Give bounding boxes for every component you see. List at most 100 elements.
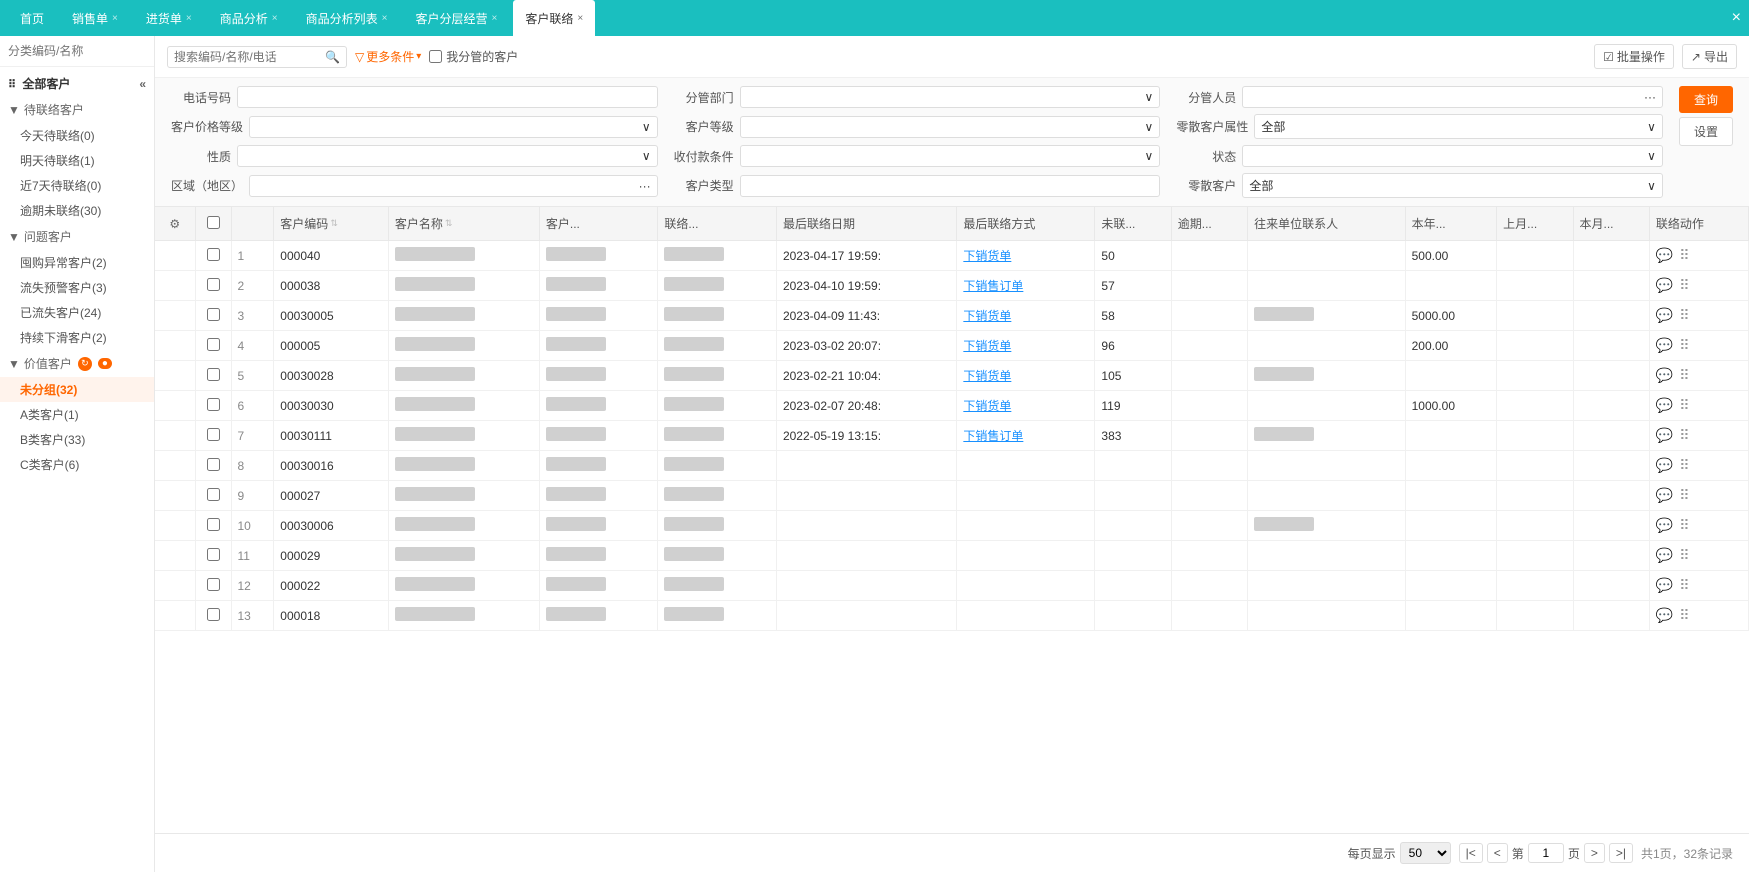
- grid-icon[interactable]: ⠿: [1679, 247, 1689, 264]
- filter-status-select[interactable]: ∨: [1242, 145, 1663, 167]
- col-contact-header[interactable]: 联络...: [658, 207, 777, 241]
- row-last-method[interactable]: [957, 571, 1095, 601]
- row-checkbox[interactable]: [195, 451, 231, 481]
- sidebar-search-input[interactable]: [8, 44, 155, 58]
- message-icon[interactable]: 💬: [1656, 307, 1673, 324]
- filter-scattered-attr-select[interactable]: 全部 ∨: [1254, 114, 1663, 139]
- row-last-method[interactable]: 下销货单: [957, 361, 1095, 391]
- row-checkbox[interactable]: [195, 511, 231, 541]
- message-icon[interactable]: 💬: [1656, 457, 1673, 474]
- select-all-checkbox[interactable]: [207, 216, 220, 229]
- row-checkbox[interactable]: [195, 601, 231, 631]
- row-check-input[interactable]: [207, 518, 220, 531]
- first-page-btn[interactable]: |<: [1459, 843, 1483, 863]
- row-checkbox[interactable]: [195, 481, 231, 511]
- grid-icon[interactable]: ⠿: [1679, 397, 1689, 414]
- sidebar-collapse-icon[interactable]: «: [139, 77, 146, 91]
- window-close[interactable]: ×: [1732, 9, 1741, 27]
- sidebar-item-class-b[interactable]: B类客户(33): [0, 427, 154, 452]
- grid-icon[interactable]: ⠿: [1679, 517, 1689, 534]
- grid-icon[interactable]: ⠿: [1679, 547, 1689, 564]
- sidebar-item-abnormal[interactable]: 囤购异常客户(2): [0, 250, 154, 275]
- grid-icon[interactable]: ⠿: [1679, 427, 1689, 444]
- filter-person-input[interactable]: ···: [1242, 86, 1663, 108]
- col-customer-name-header[interactable]: 客户名称 ⇅: [388, 207, 539, 241]
- sidebar-item-week-pending[interactable]: 近7天待联络(0): [0, 173, 154, 198]
- close-product-list-tab[interactable]: ×: [382, 13, 388, 24]
- row-last-method[interactable]: [957, 601, 1095, 631]
- search-icon[interactable]: 🔍: [325, 50, 340, 64]
- message-icon[interactable]: 💬: [1656, 577, 1673, 594]
- sidebar-item-today-pending[interactable]: 今天待联络(0): [0, 123, 154, 148]
- row-last-method[interactable]: 下销货单: [957, 331, 1095, 361]
- per-page-select[interactable]: 50 100 200: [1400, 842, 1451, 864]
- col-this-year-header[interactable]: 本年...: [1405, 207, 1497, 241]
- message-icon[interactable]: 💬: [1656, 487, 1673, 504]
- filter-region-input[interactable]: ···: [249, 175, 658, 197]
- col-last-month-header[interactable]: 上月...: [1497, 207, 1573, 241]
- filter-payment-select[interactable]: ∨: [740, 145, 1161, 167]
- row-last-method[interactable]: [957, 511, 1095, 541]
- message-icon[interactable]: 💬: [1656, 397, 1673, 414]
- sidebar-item-churned[interactable]: 已流失客户(24): [0, 300, 154, 325]
- row-check-input[interactable]: [207, 488, 220, 501]
- sidebar-item-class-a[interactable]: A类客户(1): [0, 402, 154, 427]
- grid-icon[interactable]: ⠿: [1679, 607, 1689, 624]
- last-page-btn[interactable]: >|: [1609, 843, 1633, 863]
- search-input[interactable]: [174, 50, 321, 64]
- row-checkbox[interactable]: [195, 271, 231, 301]
- row-last-method[interactable]: 下销售订单: [957, 421, 1095, 451]
- row-check-input[interactable]: [207, 308, 220, 321]
- row-checkbox[interactable]: [195, 571, 231, 601]
- filter-customer-type-input[interactable]: [740, 175, 1161, 197]
- sidebar-item-declining[interactable]: 持续下滑客户(2): [0, 325, 154, 350]
- refresh-badge[interactable]: ↻: [78, 357, 92, 371]
- tab-customer-tier[interactable]: 客户分层经营 ×: [403, 0, 509, 36]
- row-checkbox[interactable]: [195, 241, 231, 271]
- my-customers-checkbox-input[interactable]: [429, 50, 442, 63]
- row-checkbox[interactable]: [195, 301, 231, 331]
- close-customer-tier-tab[interactable]: ×: [491, 13, 497, 24]
- batch-ops-btn[interactable]: ☑ 批量操作: [1594, 44, 1674, 69]
- row-checkbox[interactable]: [195, 421, 231, 451]
- tab-home[interactable]: 首页: [8, 0, 56, 36]
- sidebar-all-customers[interactable]: ⠿ 全部客户 «: [0, 67, 154, 96]
- message-icon[interactable]: 💬: [1656, 607, 1673, 624]
- close-purchase-tab[interactable]: ×: [186, 13, 192, 24]
- row-last-method[interactable]: 下销货单: [957, 241, 1095, 271]
- page-number-input[interactable]: [1528, 843, 1564, 863]
- close-customer-contact-tab[interactable]: ×: [577, 13, 583, 24]
- row-last-method[interactable]: 下销售订单: [957, 271, 1095, 301]
- sidebar-item-tomorrow-pending[interactable]: 明天待联络(1): [0, 148, 154, 173]
- filter-phone-input[interactable]: [237, 86, 658, 108]
- sidebar-item-ungrouped[interactable]: 未分组(32): [0, 377, 154, 402]
- row-checkbox[interactable]: [195, 361, 231, 391]
- sidebar-group-value[interactable]: ▼ 价值客户 ↻ ●: [0, 350, 154, 377]
- col-overdue-header[interactable]: 逾期...: [1171, 207, 1247, 241]
- row-check-input[interactable]: [207, 338, 220, 351]
- row-check-input[interactable]: [207, 578, 220, 591]
- message-icon[interactable]: 💬: [1656, 427, 1673, 444]
- row-check-input[interactable]: [207, 398, 220, 411]
- grid-icon[interactable]: ⠿: [1679, 337, 1689, 354]
- reset-button[interactable]: 设置: [1679, 117, 1733, 146]
- filter-customer-grade-select[interactable]: ∨: [740, 116, 1161, 138]
- next-page-btn[interactable]: >: [1584, 843, 1605, 863]
- row-check-input[interactable]: [207, 248, 220, 261]
- row-last-method[interactable]: [957, 481, 1095, 511]
- row-checkbox[interactable]: [195, 391, 231, 421]
- row-last-method[interactable]: [957, 451, 1095, 481]
- col-checkbox-header[interactable]: [195, 207, 231, 241]
- col-customer-code-header[interactable]: 客户编码 ⇅: [274, 207, 389, 241]
- query-button[interactable]: 查询: [1679, 86, 1733, 113]
- sidebar-group-pending[interactable]: ▼ 待联络客户: [0, 96, 154, 123]
- filter-nature-select[interactable]: ∨: [237, 145, 658, 167]
- message-icon[interactable]: 💬: [1656, 277, 1673, 294]
- message-icon[interactable]: 💬: [1656, 247, 1673, 264]
- tab-purchase[interactable]: 进货单 ×: [134, 0, 204, 36]
- grid-icon[interactable]: ⠿: [1679, 487, 1689, 504]
- grid-icon[interactable]: ⠿: [1679, 577, 1689, 594]
- row-check-input[interactable]: [207, 428, 220, 441]
- row-checkbox[interactable]: [195, 541, 231, 571]
- col-this-month-header[interactable]: 本月...: [1573, 207, 1649, 241]
